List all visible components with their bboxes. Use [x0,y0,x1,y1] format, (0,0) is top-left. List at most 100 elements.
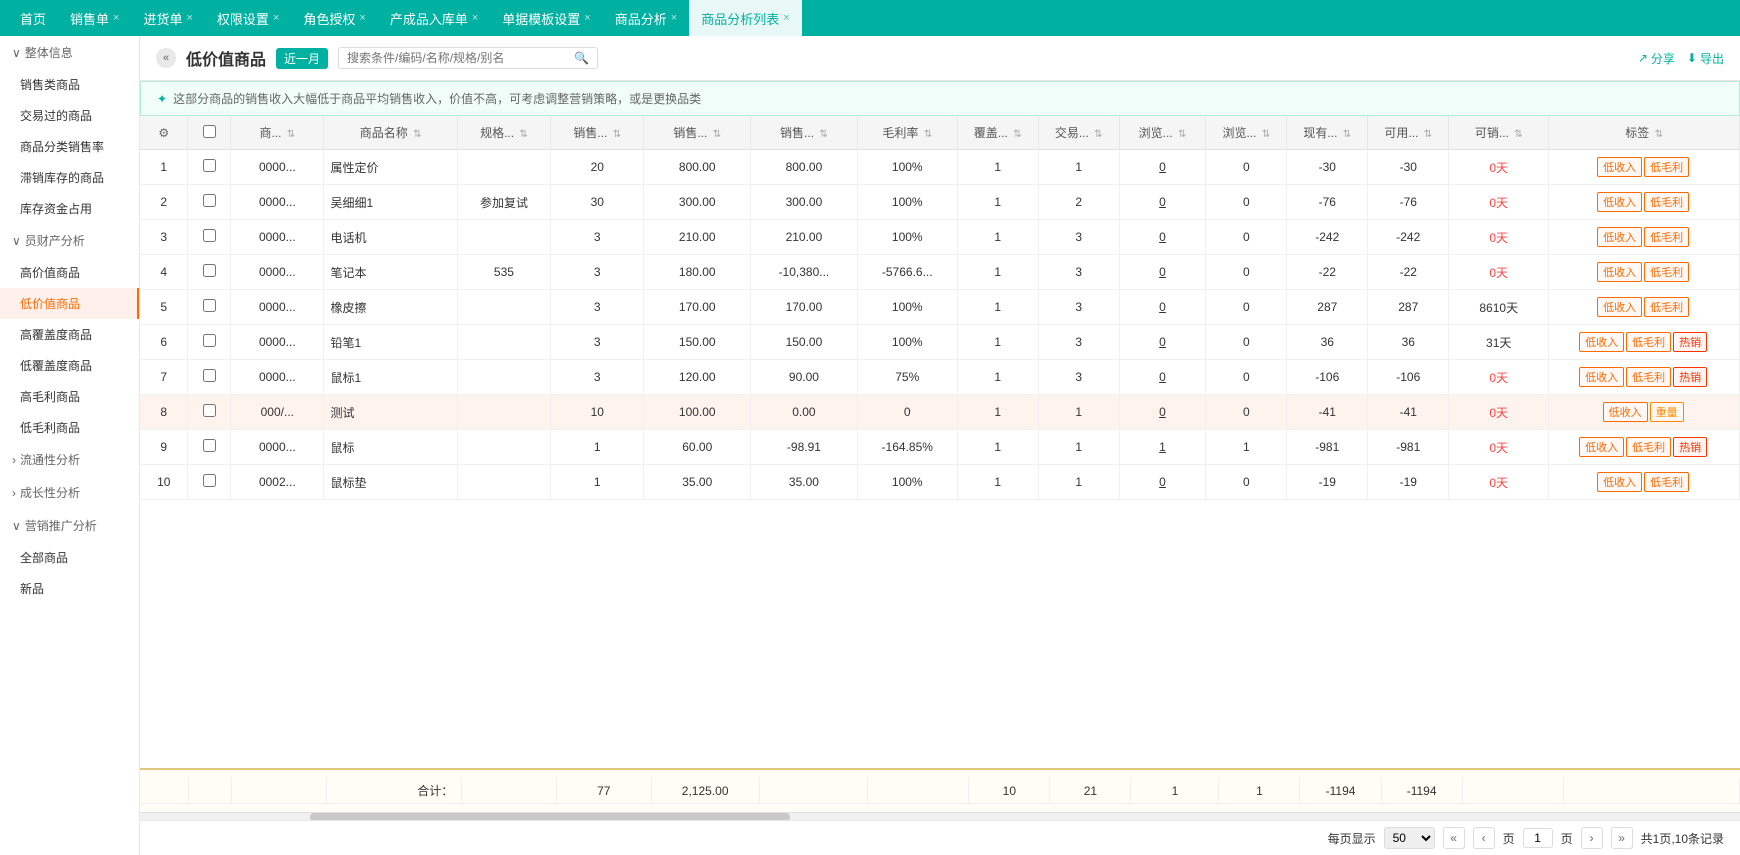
nav-product-analysis[interactable]: 商品分析 × [603,0,689,36]
column-saleable[interactable]: 可销... ⇅ [1449,116,1549,150]
sidebar-item-low-margin[interactable]: 低毛利商品 [0,412,139,443]
close-template-icon[interactable]: × [584,12,590,24]
last-page-button[interactable]: » [1611,827,1633,849]
per-page-select[interactable]: 50 20 100 [1384,827,1435,849]
nav-permission[interactable]: 权限设置 × [205,0,291,36]
browse1-link[interactable]: 0 [1159,370,1166,384]
column-sale1[interactable]: 销售... ⇅ [551,116,644,150]
cell-browse1[interactable]: 0 [1119,395,1206,430]
close-analysis-list-icon[interactable]: × [783,12,789,24]
cell-browse1[interactable]: 0 [1119,465,1206,500]
row-checkbox-2[interactable] [203,229,216,242]
cell-browse1[interactable]: 0 [1119,290,1206,325]
cell-checkbox[interactable] [188,395,231,430]
column-coverage[interactable]: 覆盖... ⇅ [957,116,1038,150]
browse1-link[interactable]: 0 [1159,475,1166,489]
close-role-icon[interactable]: × [359,12,365,24]
nav-purchase-order[interactable]: 进货单 × [131,0,204,36]
cell-browse1[interactable]: 0 [1119,255,1206,290]
column-trade[interactable]: 交易... ⇅ [1038,116,1119,150]
column-tags[interactable]: 标签 ⇅ [1549,116,1740,150]
row-checkbox-6[interactable] [203,369,216,382]
browse1-link[interactable]: 0 [1159,265,1166,279]
prev-page-button[interactable]: ‹ [1473,827,1495,849]
column-spec[interactable]: 规格... ⇅ [457,116,550,150]
column-settings[interactable]: ⚙ [140,116,188,150]
time-filter-button[interactable]: 近一月 [276,48,328,69]
row-checkbox-8[interactable] [203,439,216,452]
share-button[interactable]: ↗ 分享 [1638,50,1675,67]
cell-checkbox[interactable] [188,220,231,255]
sidebar-group-growth[interactable]: › 成长性分析 [0,476,139,509]
sidebar-group-overall[interactable]: ∨ 整体信息 [0,36,139,69]
cell-checkbox[interactable] [188,360,231,395]
first-page-button[interactable]: « [1443,827,1465,849]
row-checkbox-4[interactable] [203,299,216,312]
column-code[interactable]: 商... ⇅ [231,116,324,150]
cell-checkbox[interactable] [188,150,231,185]
settings-icon[interactable]: ⚙ [158,126,169,140]
cell-browse1[interactable]: 0 [1119,150,1206,185]
column-sale3[interactable]: 销售... ⇅ [751,116,858,150]
select-all-checkbox[interactable] [203,125,216,138]
nav-home[interactable]: 首页 [8,0,58,36]
horizontal-scrollbar[interactable] [140,812,1740,820]
browse1-link[interactable]: 0 [1159,230,1166,244]
sidebar-item-low-value[interactable]: 低价值商品 [0,288,139,319]
sidebar-group-liquidity[interactable]: › 流通性分析 [0,443,139,476]
column-current[interactable]: 现有... ⇅ [1287,116,1368,150]
column-available[interactable]: 可用... ⇅ [1368,116,1449,150]
close-permission-icon[interactable]: × [273,12,279,24]
cell-browse1[interactable]: 0 [1119,220,1206,255]
sidebar-item-high-margin[interactable]: 高毛利商品 [0,381,139,412]
nav-analysis-list[interactable]: 商品分析列表 × [689,0,801,36]
sidebar-item-low-coverage[interactable]: 低覆盖度商品 [0,350,139,381]
browse1-link[interactable]: 1 [1159,440,1166,454]
search-icon[interactable]: 🔍 [574,51,589,65]
nav-product-storage[interactable]: 产成品入库单 × [378,0,490,36]
cell-browse1[interactable]: 0 [1119,185,1206,220]
close-storage-icon[interactable]: × [472,12,478,24]
sidebar-item-all-products[interactable]: 全部商品 [0,542,139,573]
browse1-link[interactable]: 0 [1159,160,1166,174]
row-checkbox-7[interactable] [203,404,216,417]
row-checkbox-9[interactable] [203,474,216,487]
browse1-link[interactable]: 0 [1159,405,1166,419]
sidebar-item-category-rate[interactable]: 商品分类销售率 [0,131,139,162]
next-page-button[interactable]: › [1581,827,1603,849]
nav-role-auth[interactable]: 角色授权 × [291,0,377,36]
browse1-link[interactable]: 0 [1159,195,1166,209]
cell-checkbox[interactable] [188,325,231,360]
browse1-link[interactable]: 0 [1159,300,1166,314]
page-input[interactable] [1523,828,1553,848]
collapse-sidebar-button[interactable]: « [156,48,176,68]
sidebar-group-financial[interactable]: ∨ 员财产分析 [0,224,139,257]
sidebar-item-high-coverage[interactable]: 高覆盖度商品 [0,319,139,350]
column-sale2[interactable]: 销售... ⇅ [644,116,751,150]
cell-browse1[interactable]: 1 [1119,430,1206,465]
sidebar-item-traded[interactable]: 交易过的商品 [0,100,139,131]
cell-checkbox[interactable] [188,290,231,325]
sidebar-item-new-products[interactable]: 新品 [0,573,139,604]
cell-checkbox[interactable] [188,255,231,290]
sidebar-item-sales-category[interactable]: 销售类商品 [0,69,139,100]
cell-checkbox[interactable] [188,465,231,500]
column-gross-margin[interactable]: 毛利率 ⇅ [857,116,957,150]
close-purchase-icon[interactable]: × [186,12,192,24]
nav-template-settings[interactable]: 单据模板设置 × [490,0,602,36]
cell-checkbox[interactable] [188,430,231,465]
cell-browse1[interactable]: 0 [1119,360,1206,395]
column-browse1[interactable]: 浏览... ⇅ [1119,116,1206,150]
cell-checkbox[interactable] [188,185,231,220]
sidebar-item-slow-moving[interactable]: 滞销库存的商品 [0,162,139,193]
sidebar-item-high-value[interactable]: 高价值商品 [0,257,139,288]
row-checkbox-0[interactable] [203,159,216,172]
cell-browse1[interactable]: 0 [1119,325,1206,360]
export-button[interactable]: ⬇ 导出 [1687,50,1724,67]
close-sales-order-icon[interactable]: × [113,12,119,24]
nav-sales-order[interactable]: 销售单 × [58,0,131,36]
row-checkbox-1[interactable] [203,194,216,207]
browse1-link[interactable]: 0 [1159,335,1166,349]
sidebar-group-marketing[interactable]: ∨ 营销推广分析 [0,509,139,542]
row-checkbox-3[interactable] [203,264,216,277]
